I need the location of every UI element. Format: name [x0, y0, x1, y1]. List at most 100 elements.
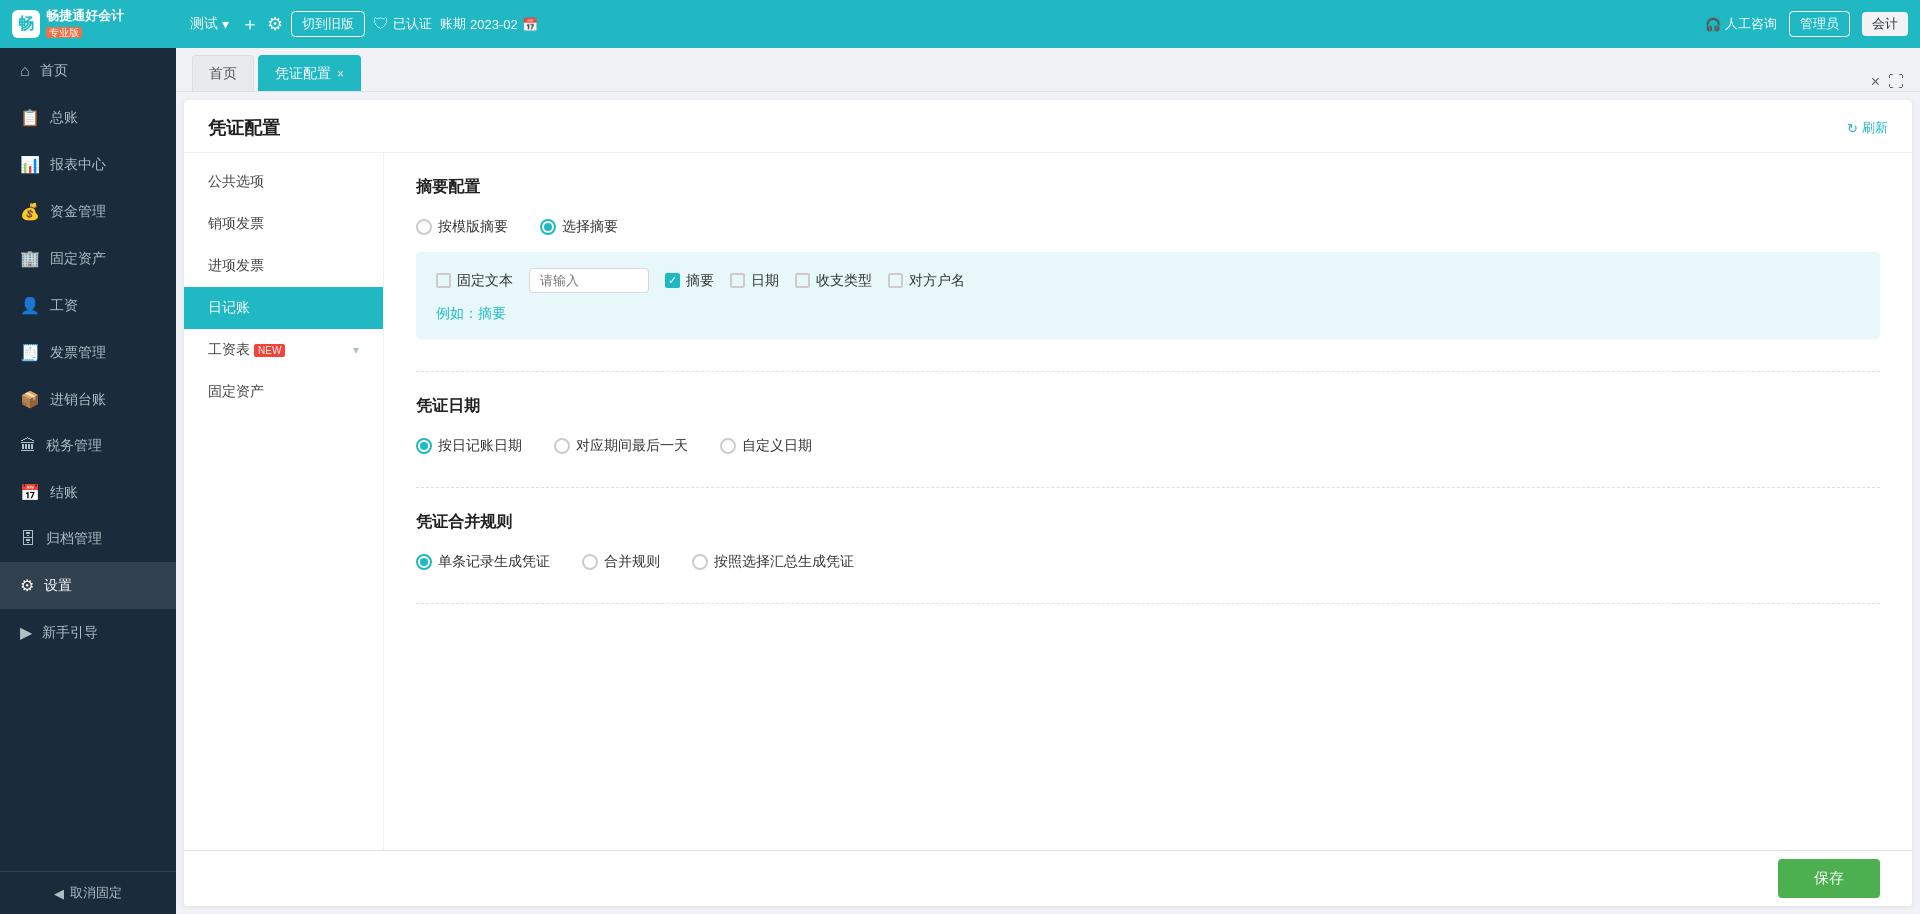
fixed-text-checkbox-box [436, 273, 451, 288]
logo-text: 畅捷通好会计 [46, 8, 124, 24]
left-nav-sales-label: 销项发票 [208, 215, 264, 231]
merge-radio-single[interactable]: 单条记录生成凭证 [416, 553, 550, 571]
sidebar-item-close[interactable]: 📅 结账 [0, 469, 176, 516]
summary-section: 摘要配置 按模版摘要 选择摘要 [416, 177, 1880, 339]
page-header: 凭证配置 ↻ 刷新 [184, 100, 1912, 153]
divider-3 [416, 603, 1880, 604]
pin-icon: ◀ [54, 886, 64, 901]
left-nav-purchase-inv[interactable]: 进项发票 [184, 245, 383, 287]
sidebar-item-settings[interactable]: ⚙ 设置 [0, 562, 176, 609]
cancel-fixed-button[interactable]: ◀ 取消固定 [0, 871, 176, 914]
sidebar-item-payroll[interactable]: 👤 工资 [0, 282, 176, 329]
sidebar-label-report: 报表中心 [50, 156, 106, 174]
sidebar-item-home[interactable]: ⌂ 首页 [0, 48, 176, 94]
date-radio-custom[interactable]: 自定义日期 [720, 437, 812, 455]
consult-button[interactable]: 🎧 人工咨询 [1705, 15, 1777, 33]
sidebar-item-tax[interactable]: 🏛 税务管理 [0, 423, 176, 469]
left-nav-public[interactable]: 公共选项 [184, 161, 383, 203]
single-merge-label: 单条记录生成凭证 [438, 553, 550, 571]
fixed-text-checkbox[interactable]: 固定文本 [436, 272, 513, 290]
project-selector[interactable]: 测试 ▾ [190, 15, 229, 33]
summary-checkbox[interactable]: ✓ 摘要 [665, 272, 714, 290]
fixed-text-label: 固定文本 [457, 272, 513, 290]
calendar-icon[interactable]: 📅 [522, 17, 538, 32]
tab-close-window[interactable]: × [1871, 73, 1880, 91]
sidebar-item-ledger[interactable]: 📋 总账 [0, 94, 176, 141]
logo-sub: 专业版 [46, 27, 82, 38]
period-label: 账期 [440, 15, 466, 33]
left-nav-journal-label: 日记账 [208, 299, 250, 315]
switch-old-button[interactable]: 切到旧版 [291, 11, 365, 37]
headset-icon: 🎧 [1705, 17, 1721, 32]
sidebar-item-guide[interactable]: ▶ 新手引导 [0, 609, 176, 656]
consult-label: 人工咨询 [1725, 15, 1777, 33]
date-checkbox[interactable]: 日期 [730, 272, 779, 290]
example-prefix: 例如： [436, 305, 478, 321]
tab-bar: 首页 凭证配置 × × ⛶ [176, 48, 1920, 92]
sidebar-item-capital[interactable]: 💰 资金管理 [0, 188, 176, 235]
left-nav: 公共选项 销项发票 进项发票 日记账 工资表 NEW ▾ [184, 153, 384, 850]
single-merge-radio-circle [416, 554, 432, 570]
journal-date-label: 按日记账日期 [438, 437, 522, 455]
merge-radio-rule[interactable]: 合并规则 [582, 553, 660, 571]
admin-button[interactable]: 管理员 [1789, 11, 1850, 37]
date-checkbox-box [730, 273, 745, 288]
sidebar-label-capital: 资金管理 [50, 203, 106, 221]
left-nav-sales[interactable]: 销项发票 [184, 203, 383, 245]
fixed-text-input[interactable] [529, 268, 649, 293]
bottom-bar: 保存 [184, 850, 1912, 906]
sidebar-label-ledger: 总账 [50, 109, 78, 127]
content-area: 首页 凭证配置 × × ⛶ 凭证配置 ↻ 刷新 [176, 48, 1920, 914]
left-nav-payroll-sheet[interactable]: 工资表 NEW ▾ [184, 329, 383, 371]
tax-icon: 🏛 [20, 437, 36, 455]
invoice-icon: 🧾 [20, 343, 40, 362]
sidebar-item-asset[interactable]: 🏢 固定资产 [0, 235, 176, 282]
settings-icon[interactable]: ⚙ [267, 13, 283, 35]
sidebar-label-guide: 新手引导 [42, 624, 98, 642]
tab-fullscreen[interactable]: ⛶ [1888, 73, 1904, 91]
topbar: 畅 畅捷通好会计 专业版 测试 ▾ ＋ ⚙ 切到旧版 🛡 已认证 账期 2023… [0, 0, 1920, 48]
tab-close-icon[interactable]: × [337, 67, 344, 81]
summary-radio-template[interactable]: 按模版摘要 [416, 218, 508, 236]
counterpart-checkbox[interactable]: 对方户名 [888, 272, 965, 290]
date-radio-period-last[interactable]: 对应期间最后一天 [554, 437, 688, 455]
period-info: 账期 2023-02 📅 [440, 15, 538, 33]
sidebar-scroll: ⌂ 首页 📋 总账 📊 报表中心 💰 资金管理 🏢 固定资产 👤 工资 [0, 48, 176, 871]
period-value: 2023-02 [470, 17, 518, 32]
summary-radio-select[interactable]: 选择摘要 [540, 218, 618, 236]
certified-label: 已认证 [393, 15, 432, 33]
divider-2 [416, 487, 1880, 488]
summary-checkbox-box: ✓ [665, 273, 680, 288]
template-radio-circle [416, 219, 432, 235]
accountant-button[interactable]: 会计 [1862, 12, 1908, 36]
add-button[interactable]: ＋ [241, 12, 259, 36]
custom-date-radio-circle [720, 438, 736, 454]
summary-merge-radio-circle [692, 554, 708, 570]
left-nav-fixed-asset[interactable]: 固定资产 [184, 371, 383, 413]
merge-radio-summary[interactable]: 按照选择汇总生成凭证 [692, 553, 854, 571]
tab-home[interactable]: 首页 [192, 55, 254, 91]
left-nav-purchase-inv-label: 进项发票 [208, 257, 264, 273]
income-type-checkbox[interactable]: 收支类型 [795, 272, 872, 290]
journal-date-radio-circle [416, 438, 432, 454]
template-radio-label: 按模版摘要 [438, 218, 508, 236]
sidebar-label-settings: 设置 [44, 577, 72, 595]
right-content: 摘要配置 按模版摘要 选择摘要 [384, 153, 1912, 850]
date-radio-journal[interactable]: 按日记账日期 [416, 437, 522, 455]
refresh-button[interactable]: ↻ 刷新 [1847, 119, 1888, 137]
sidebar-item-invoice[interactable]: 🧾 发票管理 [0, 329, 176, 376]
guide-icon: ▶ [20, 623, 32, 642]
sidebar-item-archive[interactable]: 🗄 归档管理 [0, 516, 176, 562]
left-nav-journal[interactable]: 日记账 [184, 287, 383, 329]
tab-voucher-config[interactable]: 凭证配置 × [258, 55, 361, 91]
purchase-icon: 📦 [20, 390, 40, 409]
dropdown-icon: ▾ [222, 16, 229, 32]
cancel-fixed-label: 取消固定 [70, 884, 122, 902]
asset-icon: 🏢 [20, 249, 40, 268]
save-button[interactable]: 保存 [1778, 859, 1880, 898]
topbar-right: 🎧 人工咨询 管理员 会计 [1705, 11, 1908, 37]
close-period-icon: 📅 [20, 483, 40, 502]
select-radio-label: 选择摘要 [562, 218, 618, 236]
sidebar-item-report[interactable]: 📊 报表中心 [0, 141, 176, 188]
sidebar-item-purchase[interactable]: 📦 进销台账 [0, 376, 176, 423]
